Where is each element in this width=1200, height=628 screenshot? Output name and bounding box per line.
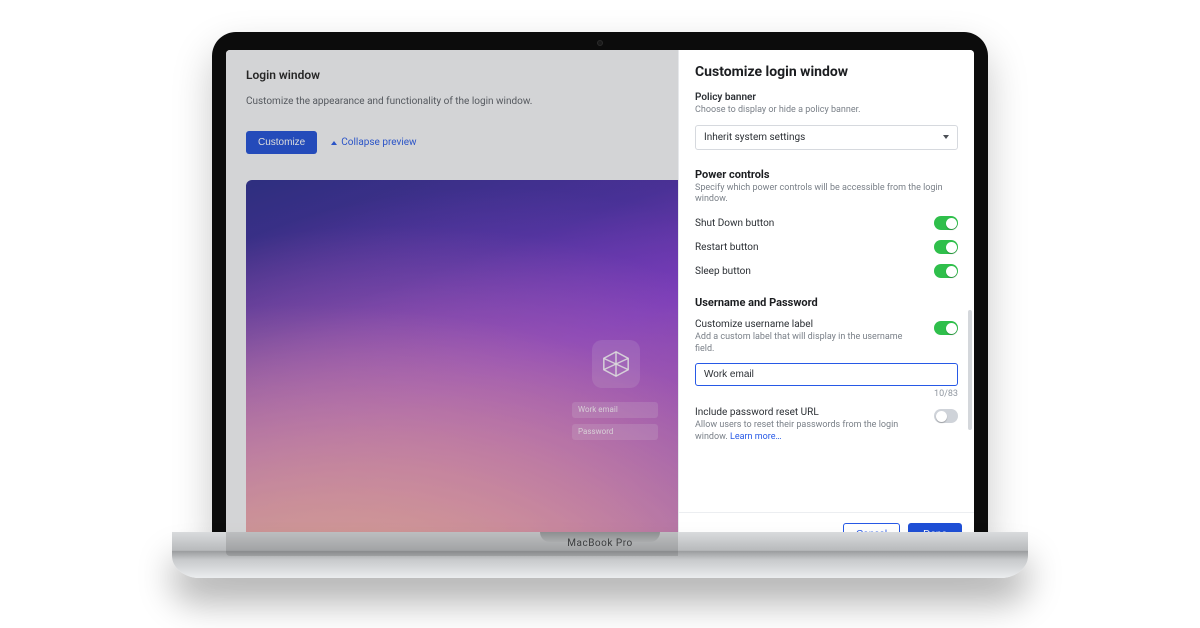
preview-username-field: Work email <box>572 402 658 418</box>
shutdown-toggle[interactable] <box>934 216 958 230</box>
camera-dot <box>597 40 603 46</box>
custom-username-label: Customize username label <box>695 319 924 330</box>
char-count: 10/83 <box>695 389 958 399</box>
policy-banner-select[interactable]: Inherit system settings <box>695 125 958 150</box>
collapse-preview-link[interactable]: Collapse preview <box>331 137 416 148</box>
reset-url-sub: Allow users to reset their passwords fro… <box>695 420 924 443</box>
sleep-toggle[interactable] <box>934 264 958 278</box>
policy-banner-label: Policy banner <box>695 92 958 103</box>
sleep-label: Sleep button <box>695 266 751 277</box>
app-cube-icon <box>592 340 640 388</box>
restart-label: Restart button <box>695 242 759 253</box>
power-controls-sub: Specify which power controls will be acc… <box>695 183 958 206</box>
panel-title: Customize login window <box>695 64 958 80</box>
login-window-page: Login window Customize the appearance an… <box>226 50 678 556</box>
device-label: MacBook Pro <box>567 538 632 549</box>
username-password-heading: Username and Password <box>695 296 958 309</box>
custom-username-sub: Add a custom label that will display in … <box>695 332 924 355</box>
policy-banner-selected: Inherit system settings <box>704 132 805 143</box>
chevron-up-icon <box>331 141 337 145</box>
restart-toggle[interactable] <box>934 240 958 254</box>
customize-login-panel: Customize login window Policy banner Cho… <box>678 50 974 556</box>
login-preview: Work email Password <box>246 180 678 556</box>
panel-scrollbar[interactable] <box>968 310 972 430</box>
reset-url-label: Include password reset URL <box>695 407 924 418</box>
reset-url-toggle[interactable] <box>934 409 958 423</box>
reset-url-sub-text: Allow users to reset their passwords fro… <box>695 420 898 442</box>
power-controls-heading: Power controls <box>695 168 958 181</box>
chevron-down-icon <box>943 135 949 139</box>
customize-button[interactable]: Customize <box>246 131 317 154</box>
policy-banner-sub: Choose to display or hide a policy banne… <box>695 105 958 117</box>
collapse-preview-label: Collapse preview <box>341 137 416 148</box>
page-title: Login window <box>246 68 658 82</box>
custom-username-input[interactable] <box>695 363 958 386</box>
learn-more-link[interactable]: Learn more… <box>730 432 782 442</box>
preview-password-field: Password <box>572 424 658 440</box>
custom-username-toggle[interactable] <box>934 321 958 335</box>
shutdown-label: Shut Down button <box>695 218 774 229</box>
page-description: Customize the appearance and functionali… <box>246 96 658 107</box>
